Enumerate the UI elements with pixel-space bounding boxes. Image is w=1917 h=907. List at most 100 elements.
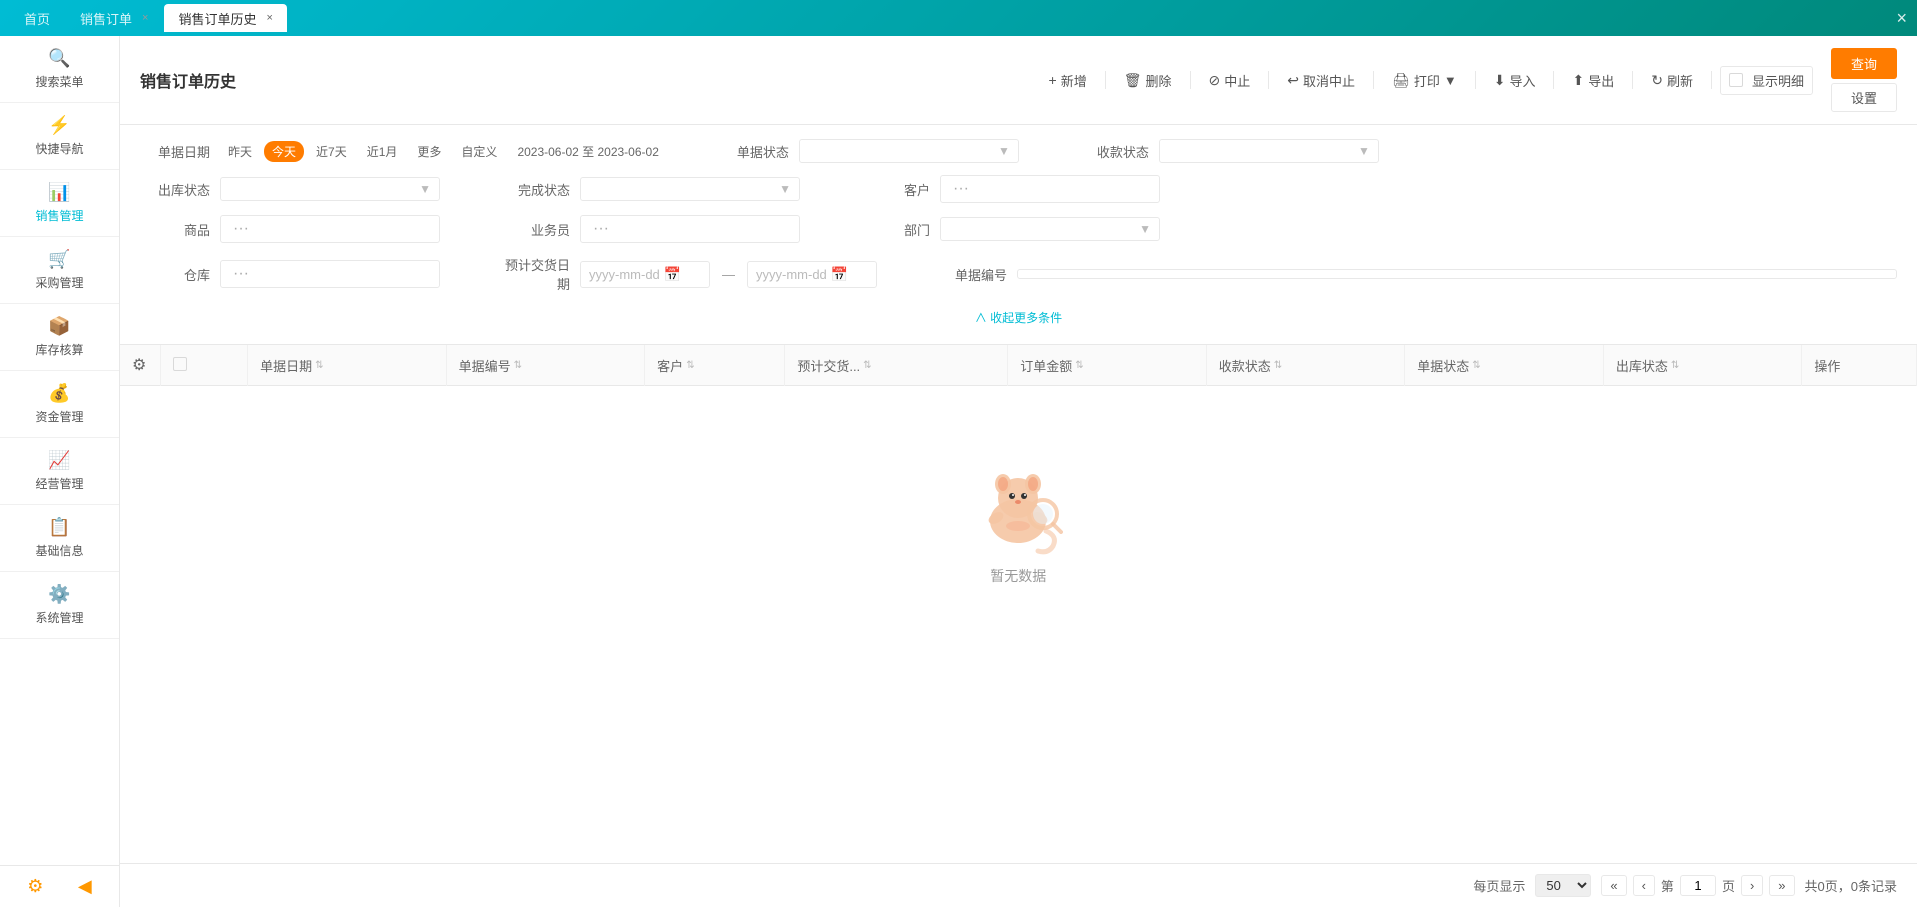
date-range-text: 2023-06-02 至 2023-06-02 [517, 143, 658, 160]
import-icon: ⬇ [1494, 72, 1506, 89]
table-header-voucher-status: 单据状态 ⇅ [1405, 345, 1604, 386]
dept-arrow-icon: ▼ [1139, 222, 1151, 236]
date-more[interactable]: 更多 [409, 141, 449, 162]
col-receipt-status-label: 收款状态 [1219, 356, 1271, 375]
customer-input[interactable]: ··· [940, 175, 1160, 203]
prev-page-button[interactable]: ‹ [1633, 875, 1655, 896]
sidebar-item-finance[interactable]: 💰 资金管理 [0, 371, 119, 438]
date-yesterday[interactable]: 昨天 [220, 141, 260, 162]
salesperson-input[interactable]: ··· [580, 215, 800, 243]
stop-button[interactable]: ⊘ 中止 [1199, 67, 1261, 94]
dept-label: 部门 [860, 220, 940, 239]
delivery-date-end-input[interactable]: yyyy-mm-dd 📅 [747, 261, 877, 288]
complete-status-select[interactable]: ▼ [580, 177, 800, 201]
delivery-date-start-input[interactable]: yyyy-mm-dd 📅 [580, 261, 710, 288]
warehouse-label: 仓库 [140, 265, 220, 284]
col-voucher-status-label: 单据状态 [1417, 356, 1469, 375]
current-page-input[interactable] [1680, 875, 1716, 896]
sidebar-bottom: ⚙ ◀ [0, 865, 119, 907]
sidebar-item-inventory[interactable]: 📦 库存核算 [0, 304, 119, 371]
query-button[interactable]: 查询 [1831, 48, 1897, 79]
table-settings-icon[interactable]: ⚙ [132, 357, 146, 374]
cancel-stop-button[interactable]: ↩ 取消中止 [1277, 67, 1365, 94]
sort-delivery[interactable]: 预计交货... ⇅ [797, 356, 995, 375]
collapse-bar[interactable]: ∧ 收起更多条件 [140, 305, 1897, 330]
settings-bottom-icon[interactable]: ⚙ [27, 876, 43, 897]
col-delivery-label: 预计交货... [797, 356, 860, 375]
col-voucher-no-label: 单据编号 [459, 356, 511, 375]
table-header-action: 操作 [1802, 345, 1917, 386]
customer-dots-icon[interactable]: ··· [949, 180, 973, 198]
date-custom[interactable]: 自定义 [453, 141, 505, 162]
warehouse-input[interactable]: ··· [220, 260, 440, 288]
last-page-button[interactable]: » [1769, 875, 1794, 896]
tab-sales-order[interactable]: 销售订单 × [66, 4, 162, 32]
ship-status-select[interactable]: ▼ [220, 177, 440, 201]
print-arrow-icon: ▼ [1444, 73, 1457, 88]
empty-text: 暂无数据 [990, 566, 1046, 586]
purchase-icon: 🛒 [48, 249, 70, 270]
date-1month[interactable]: 近1月 [359, 141, 406, 162]
per-page-select[interactable]: 50 10 20 100 [1535, 874, 1591, 897]
warehouse-dots-icon[interactable]: ··· [229, 265, 253, 283]
tab-sales-order-history-close[interactable]: × [266, 12, 272, 24]
sort-ship-status[interactable]: 出库状态 ⇅ [1616, 356, 1790, 375]
table-header-settings: ⚙ [120, 345, 160, 386]
tab-sales-order-history[interactable]: 销售订单历史 × [164, 4, 286, 32]
filter-row-2: 出库状态 ▼ 完成状态 ▼ 客户 ··· [140, 175, 1897, 203]
sidebar-item-search[interactable]: 🔍 搜索菜单 [0, 36, 119, 103]
sidebar-item-purchase[interactable]: 🛒 采购管理 [0, 237, 119, 304]
sort-customer[interactable]: 客户 ⇅ [657, 356, 772, 375]
delivery-date-end-placeholder: yyyy-mm-dd [756, 267, 827, 282]
print-button[interactable]: 🖨 打印 ▼ [1382, 67, 1467, 94]
set-button[interactable]: 设置 [1831, 83, 1897, 112]
sidebar-item-quicknav[interactable]: ⚡ 快捷导航 [0, 103, 119, 170]
date-7days[interactable]: 近7天 [308, 141, 355, 162]
window-close-icon[interactable]: × [1896, 8, 1907, 29]
receipt-status-select[interactable]: ▼ [1159, 139, 1379, 163]
voucher-no-input[interactable] [1017, 269, 1897, 279]
select-all-checkbox[interactable] [173, 357, 187, 371]
total-records-text: 共0页，0条记录 [1805, 876, 1897, 895]
sidebar-item-sales[interactable]: 📊 销售管理 [0, 170, 119, 237]
sort-receipt-status[interactable]: 收款状态 ⇅ [1219, 356, 1393, 375]
collapse-sidebar-icon[interactable]: ◀ [78, 876, 92, 897]
top-bar: 首页 销售订单 × 销售订单历史 × × [0, 0, 1917, 36]
refresh-button[interactable]: ↻ 刷新 [1641, 67, 1703, 94]
stop-label: 中止 [1224, 71, 1250, 90]
new-button[interactable]: + 新增 [1039, 67, 1097, 94]
first-page-button[interactable]: « [1601, 875, 1626, 896]
tab-sales-order-close[interactable]: × [142, 12, 148, 24]
delivery-date-end-calendar-icon[interactable]: 📅 [831, 266, 848, 283]
sort-date[interactable]: 单据日期 ⇅ [260, 356, 434, 375]
sort-voucher-no[interactable]: 单据编号 ⇅ [459, 356, 633, 375]
export-icon: ⬆ [1572, 72, 1584, 89]
filter-row-3: 商品 ··· 业务员 ··· 部门 ▼ [140, 215, 1897, 243]
sort-amount[interactable]: 订单金额 ⇅ [1020, 356, 1194, 375]
divider-6 [1553, 71, 1554, 89]
next-page-button[interactable]: › [1741, 875, 1763, 896]
empty-state: 暂无数据 [120, 386, 1917, 646]
table-body: 暂无数据 [120, 386, 1917, 647]
display-checkbox[interactable] [1729, 73, 1743, 87]
product-input[interactable]: ··· [220, 215, 440, 243]
voucher-status-select[interactable]: ▼ [799, 139, 1019, 163]
main-layout: 🔍 搜索菜单 ⚡ 快捷导航 📊 销售管理 🛒 采购管理 📦 库存核算 💰 资金管… [0, 36, 1917, 907]
sales-icon: 📊 [48, 182, 70, 203]
table-header-amount: 订单金额 ⇅ [1008, 345, 1207, 386]
salesperson-dots-icon[interactable]: ··· [589, 220, 613, 238]
sidebar-item-system[interactable]: ⚙️ 系统管理 [0, 572, 119, 639]
dept-select[interactable]: ▼ [940, 217, 1160, 241]
export-button[interactable]: ⬆ 导出 [1562, 67, 1624, 94]
display-columns-button[interactable]: 显示明细 [1720, 66, 1813, 95]
system-icon: ⚙️ [48, 584, 70, 605]
import-button[interactable]: ⬇ 导入 [1484, 67, 1546, 94]
delete-button[interactable]: 🗑 删除 [1114, 67, 1182, 94]
product-dots-icon[interactable]: ··· [229, 220, 253, 238]
sidebar-item-operations[interactable]: 📈 经营管理 [0, 438, 119, 505]
sidebar-item-basic-info[interactable]: 📋 基础信息 [0, 505, 119, 572]
date-today[interactable]: 今天 [264, 141, 304, 162]
delivery-date-start-calendar-icon[interactable]: 📅 [664, 266, 681, 283]
sort-voucher-status[interactable]: 单据状态 ⇅ [1417, 356, 1591, 375]
tab-home[interactable]: 首页 [10, 4, 64, 32]
